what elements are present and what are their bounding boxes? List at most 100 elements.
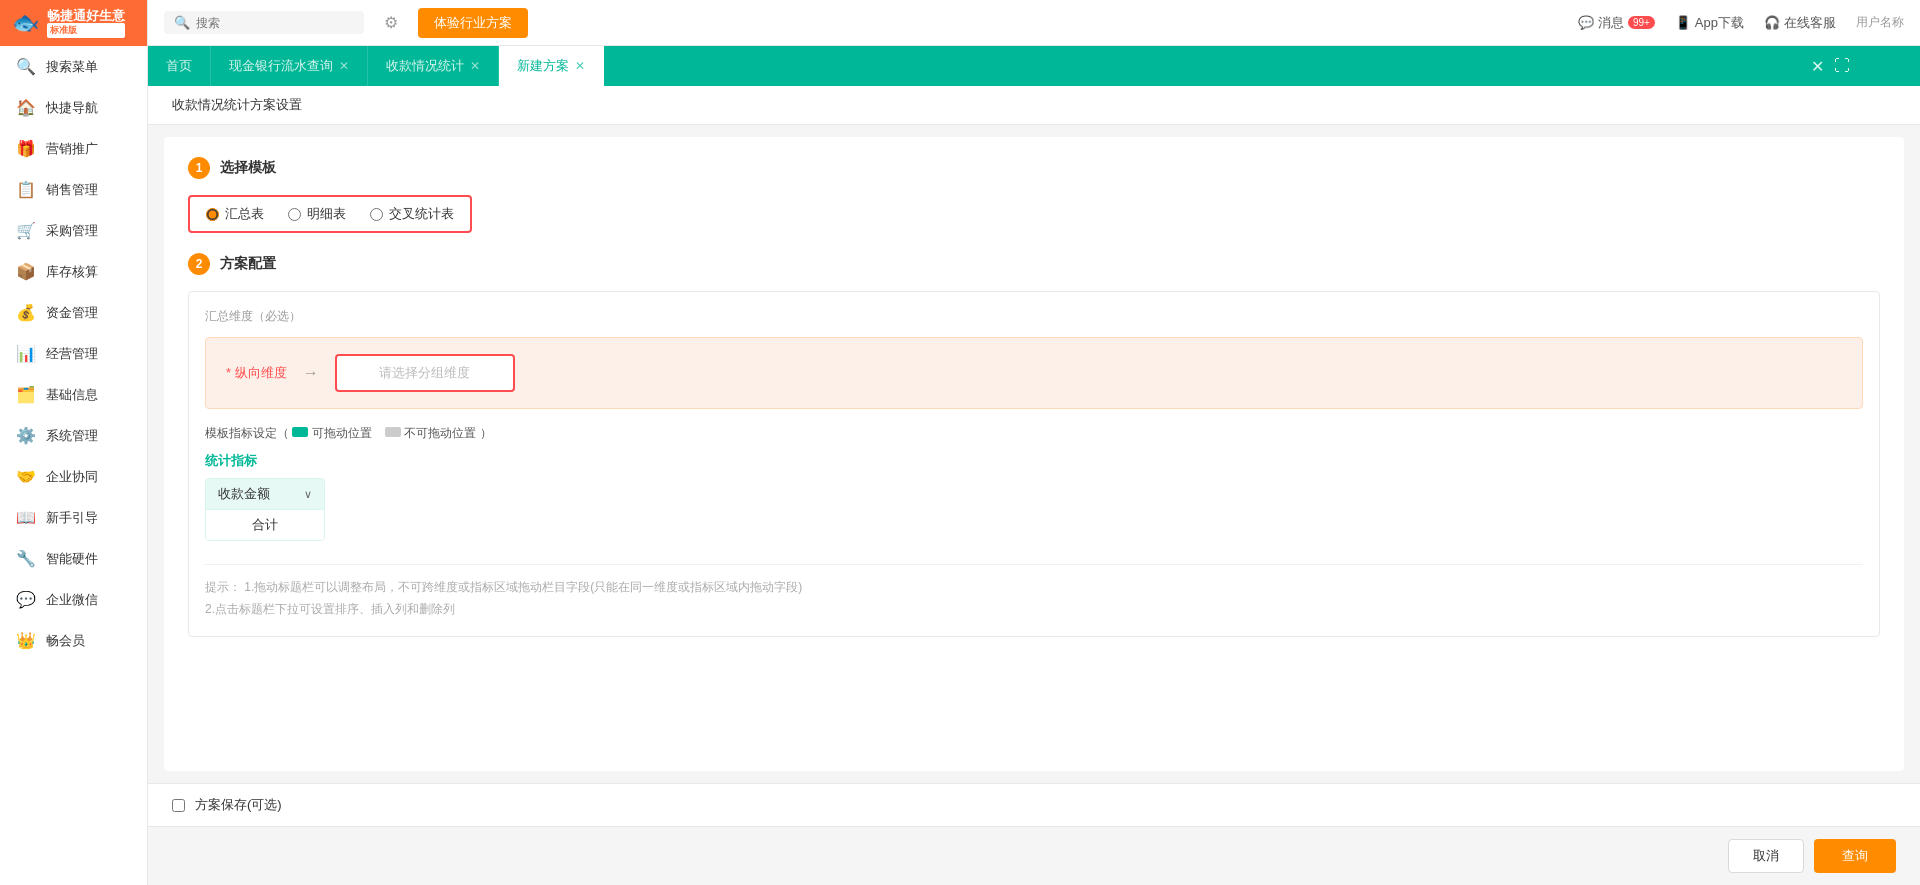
- message-badge: 99+: [1628, 16, 1655, 29]
- sidebar-item-label: 企业协同: [46, 468, 98, 486]
- metrics-table-header[interactable]: 收款金额 ∨: [206, 479, 324, 510]
- cancel-button[interactable]: 取消: [1728, 839, 1804, 873]
- sidebar-item-hardware[interactable]: 🔧 智能硬件: [0, 538, 147, 579]
- dimension-selector[interactable]: 请选择分组维度: [335, 354, 515, 392]
- drag-indicator: [292, 427, 308, 437]
- header-right: 💬 消息 99+ 📱 App下载 🎧 在线客服 用户名称: [1578, 14, 1904, 32]
- step2-title: 方案配置: [220, 255, 276, 273]
- sidebar-item-nav[interactable]: 🏠 快捷导航: [0, 87, 147, 128]
- tip-line-2: 2.点击标题栏下拉可设置排序、插入列和删除列: [205, 599, 1863, 621]
- sidebar-item-marketing[interactable]: 🎁 营销推广: [0, 128, 147, 169]
- radio-detail-label[interactable]: 明细表: [307, 205, 346, 223]
- settings-icon[interactable]: ⚙: [384, 13, 398, 32]
- tabbar: 首页 现金银行流水查询 ✕ 收款情况统计 ✕ 新建方案 ✕ ✕ ⛶: [148, 46, 1920, 86]
- home-icon: 🏠: [16, 98, 36, 117]
- clipboard-icon: 📋: [16, 180, 36, 199]
- sidebar-item-label: 搜索菜单: [46, 58, 98, 76]
- step1-header: 1 选择模板: [188, 157, 1880, 179]
- sidebar-item-label: 销售管理: [46, 181, 98, 199]
- sidebar-item-operation[interactable]: 📊 经营管理: [0, 333, 147, 374]
- tab-bank-label: 现金银行流水查询: [229, 57, 333, 75]
- step2-number: 2: [188, 253, 210, 275]
- service-icon: 🎧: [1764, 15, 1780, 30]
- metrics-col-label: 收款金额: [218, 485, 270, 503]
- tabbar-actions: ✕ ⛶: [1811, 46, 1860, 86]
- sidebar-item-guide[interactable]: 📖 新手引导: [0, 497, 147, 538]
- tab-home[interactable]: 首页: [148, 46, 211, 86]
- metrics-table: 收款金额 ∨ 合计: [205, 478, 325, 541]
- step1-section: 1 选择模板 汇总表 明细表 交叉统计表: [188, 157, 1880, 233]
- step1-number: 1: [188, 157, 210, 179]
- step2-section: 2 方案配置 汇总维度（必选） * 纵向维度 → 请选择分组维度: [188, 253, 1880, 637]
- chat-icon: 💬: [16, 590, 36, 609]
- sidebar-item-label: 库存核算: [46, 263, 98, 281]
- download-label: App下载: [1695, 14, 1744, 32]
- download-item[interactable]: 📱 App下载: [1675, 14, 1744, 32]
- row-dimension-label: * 纵向维度: [226, 364, 287, 382]
- sidebar-logo-text: 畅捷通好生意: [47, 8, 125, 24]
- save-plan-label[interactable]: 方案保存(可选): [195, 796, 282, 814]
- sidebar-logo-badge: 标准版: [47, 23, 125, 38]
- arrow-icon: →: [303, 364, 319, 382]
- query-button[interactable]: 查询: [1814, 839, 1896, 873]
- radio-cross[interactable]: 交叉统计表: [370, 205, 454, 223]
- gear-icon: ⚙️: [16, 426, 36, 445]
- industry-button[interactable]: 体验行业方案: [418, 8, 528, 38]
- service-label: 在线客服: [1784, 14, 1836, 32]
- handshake-icon: 🤝: [16, 467, 36, 486]
- sidebar-item-label: 采购管理: [46, 222, 98, 240]
- radio-cross-label[interactable]: 交叉统计表: [389, 205, 454, 223]
- metrics-section-label: 统计指标: [205, 452, 1863, 470]
- radio-summary-label[interactable]: 汇总表: [225, 205, 264, 223]
- sidebar-item-inventory[interactable]: 📦 库存核算: [0, 251, 147, 292]
- sidebar-logo: 🐟 畅捷通好生意 标准版: [0, 0, 147, 46]
- crown-icon: 👑: [16, 631, 36, 650]
- radio-summary[interactable]: 汇总表: [206, 205, 264, 223]
- box-icon: 📦: [16, 262, 36, 281]
- header-search-box[interactable]: 🔍: [164, 11, 364, 34]
- tab-new-plan-close[interactable]: ✕: [575, 59, 585, 73]
- tab-receipt-close[interactable]: ✕: [470, 59, 480, 73]
- message-icon: 💬: [1578, 15, 1594, 30]
- save-plan-checkbox[interactable]: [172, 799, 185, 812]
- sidebar-item-collab[interactable]: 🤝 企业协同: [0, 456, 147, 497]
- user-name: 用户名称: [1856, 14, 1904, 31]
- cart-icon: 🛒: [16, 221, 36, 240]
- search-icon: 🔍: [16, 57, 36, 76]
- sidebar-item-wechat[interactable]: 💬 企业微信: [0, 579, 147, 620]
- sidebar-item-purchase[interactable]: 🛒 采购管理: [0, 210, 147, 251]
- sidebar-item-label: 系统管理: [46, 427, 98, 445]
- service-item[interactable]: 🎧 在线客服: [1764, 14, 1836, 32]
- sidebar-item-label: 新手引导: [46, 509, 98, 527]
- main-card: 1 选择模板 汇总表 明细表 交叉统计表: [164, 137, 1904, 771]
- gift-icon: 🎁: [16, 139, 36, 158]
- tab-bank[interactable]: 现金银行流水查询 ✕: [211, 46, 368, 86]
- search-icon: 🔍: [174, 15, 190, 30]
- sidebar-item-system[interactable]: ⚙️ 系统管理: [0, 415, 147, 456]
- sidebar-item-label: 畅会员: [46, 632, 85, 650]
- template-select-group: 汇总表 明细表 交叉统计表: [188, 195, 472, 233]
- sidebar-item-sales[interactable]: 📋 销售管理: [0, 169, 147, 210]
- sidebar-item-search[interactable]: 🔍 搜索菜单: [0, 46, 147, 87]
- tab-maximize-icon[interactable]: ⛶: [1834, 57, 1850, 75]
- tab-receipt[interactable]: 收款情况统计 ✕: [368, 46, 499, 86]
- sidebar-item-basic[interactable]: 🗂️ 基础信息: [0, 374, 147, 415]
- sidebar: 🐟 畅捷通好生意 标准版 🔍 搜索菜单 🏠 快捷导航 🎁 营销推广 📋 销售管理…: [0, 0, 148, 885]
- radio-detail[interactable]: 明细表: [288, 205, 346, 223]
- tab-new-plan[interactable]: 新建方案 ✕: [499, 46, 604, 86]
- chevron-down-icon[interactable]: ∨: [304, 488, 312, 501]
- sidebar-item-finance[interactable]: 💰 资金管理: [0, 292, 147, 333]
- content-area: 收款情况统计方案设置 1 选择模板 汇总表 明细表: [148, 86, 1920, 885]
- download-icon: 📱: [1675, 15, 1691, 30]
- main-area: 🔍 ⚙ 体验行业方案 💬 消息 99+ 📱 App下载 🎧 在线客服 用户名称 …: [148, 0, 1920, 885]
- sidebar-item-label: 快捷导航: [46, 99, 98, 117]
- book-icon: 📖: [16, 508, 36, 527]
- metrics-table-row: 合计: [206, 510, 324, 540]
- sidebar-item-label: 基础信息: [46, 386, 98, 404]
- tab-close-all-icon[interactable]: ✕: [1811, 57, 1824, 76]
- tab-bank-close[interactable]: ✕: [339, 59, 349, 73]
- message-item[interactable]: 💬 消息 99+: [1578, 14, 1655, 32]
- search-input[interactable]: [196, 16, 336, 30]
- sidebar-item-member[interactable]: 👑 畅会员: [0, 620, 147, 661]
- message-label: 消息: [1598, 14, 1624, 32]
